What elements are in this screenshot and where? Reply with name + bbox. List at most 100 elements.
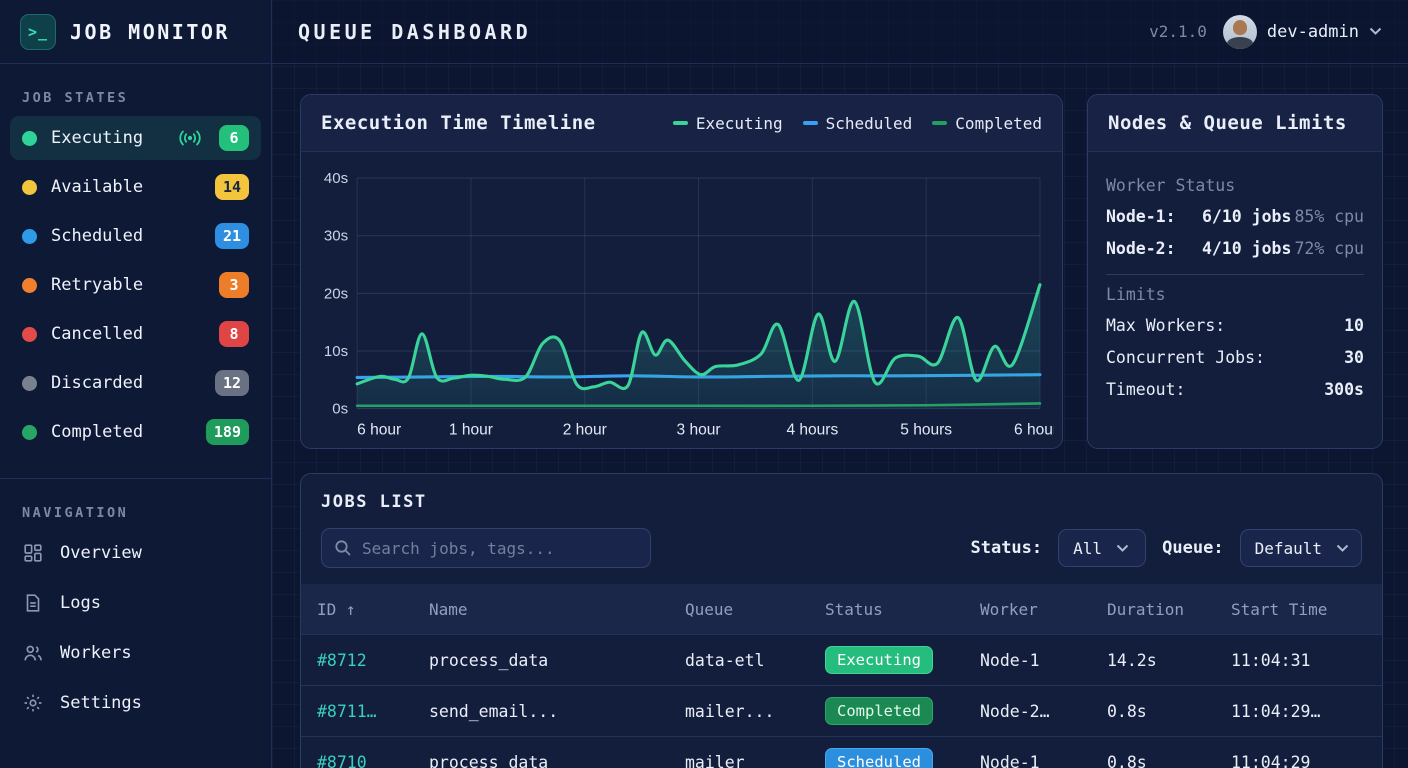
sidebar-item-executing[interactable]: Executing 6 [10, 116, 261, 160]
svg-text:1 hour: 1 hour [449, 422, 493, 439]
legend-item-executing[interactable]: Executing [672, 114, 783, 133]
legend-swatch-icon [932, 121, 948, 125]
nav-label: Overview [60, 543, 142, 563]
job-worker: Node-1 [980, 650, 1040, 670]
status-badge: Scheduled [825, 748, 933, 768]
table-row[interactable]: #8711… send_email... mailer... Completed… [301, 685, 1382, 736]
state-label: Cancelled [51, 324, 144, 344]
jobs-list-card: JOBS LIST Status: All [300, 473, 1383, 768]
legend-swatch-icon [802, 121, 818, 125]
limit-row: Concurrent Jobs: 30 [1106, 348, 1364, 367]
column-header-worker[interactable]: Worker [980, 600, 1107, 619]
column-header-duration[interactable]: Duration [1107, 600, 1231, 619]
sidebar-item-workers[interactable]: Workers [10, 631, 261, 675]
status-filter-select[interactable]: All [1058, 529, 1147, 567]
app-title: JOB MONITOR [70, 19, 230, 44]
status-filter-label: Status: [970, 538, 1043, 558]
timeline-card: Execution Time Timeline Executing Schedu… [300, 94, 1063, 449]
job-id-link[interactable]: #8712 [317, 651, 429, 670]
search-box[interactable] [321, 528, 651, 568]
job-worker: Node-2… [980, 701, 1050, 721]
retryable-dot-icon [22, 277, 37, 293]
app-logo: >_ JOB MONITOR [0, 0, 271, 64]
navigation-heading: NAVIGATION [22, 505, 129, 521]
legend-swatch-icon [672, 121, 688, 125]
svg-text:3 hour: 3 hour [677, 422, 721, 439]
job-name: send_email... [429, 701, 559, 721]
column-header-queue[interactable]: Queue [685, 600, 825, 619]
chevron-down-icon [1369, 27, 1382, 35]
svg-text:6 hour: 6 hour [357, 422, 401, 439]
sidebar-item-settings[interactable]: Settings [10, 681, 261, 725]
terminal-icon: >_ [20, 13, 56, 50]
svg-text:20s: 20s [324, 285, 348, 302]
table-row[interactable]: #8712 process_data data-etl Executing No… [301, 634, 1382, 685]
sidebar-item-cancelled[interactable]: Cancelled 8 [10, 312, 261, 356]
page-title: QUEUE DASHBOARD [298, 19, 532, 44]
nodes-limits-title: Nodes & Queue Limits [1108, 112, 1347, 134]
job-states-list: Executing 6 Available 14 Scheduled 21 Re… [0, 116, 271, 454]
divider [1106, 274, 1364, 275]
timeline-title: Execution Time Timeline [321, 112, 596, 134]
count-badge: 8 [219, 321, 249, 347]
legend-item-scheduled[interactable]: Scheduled [802, 114, 912, 133]
job-start-time: 11:04:29 [1231, 752, 1311, 768]
worker-status-heading: Worker Status [1106, 176, 1236, 195]
sidebar-item-scheduled[interactable]: Scheduled 21 [10, 214, 261, 258]
search-input[interactable] [362, 538, 638, 558]
sidebar-item-available[interactable]: Available 14 [10, 165, 261, 209]
live-signal-icon [179, 130, 201, 146]
job-duration: 0.8s [1107, 752, 1147, 768]
available-dot-icon [22, 179, 37, 195]
column-header-start-time[interactable]: Start Time [1231, 600, 1382, 619]
nav-label: Logs [60, 593, 101, 613]
worker-status-row: Node-2: 4/10 jobs 72% cpu [1106, 239, 1364, 258]
svg-text:10s: 10s [324, 343, 348, 360]
user-name: dev-admin [1266, 21, 1359, 42]
state-label: Executing [51, 128, 144, 148]
jobs-table-header: ID ↑ Name Queue Status Worker Duration S… [301, 584, 1382, 634]
legend-item-completed[interactable]: Completed [932, 114, 1042, 133]
count-badge: 6 [219, 125, 249, 151]
state-label: Retryable [51, 275, 144, 295]
count-badge: 189 [205, 419, 249, 445]
column-header-status[interactable]: Status [825, 600, 980, 619]
state-label: Completed [51, 422, 144, 442]
sidebar-item-overview[interactable]: Overview [10, 531, 261, 575]
job-id-link[interactable]: #8711… [317, 702, 429, 721]
timeline-chart: 0s 10s 20s 30s 40s 6 hour 1 hour 2 hour 3 hour 4 … [301, 152, 1062, 448]
executing-dot-icon [22, 130, 37, 146]
user-menu[interactable]: dev-admin [1222, 14, 1382, 49]
count-badge: 14 [214, 174, 249, 200]
sidebar-item-retryable[interactable]: Retryable 3 [10, 263, 261, 307]
job-id-link[interactable]: #8710 [317, 753, 429, 768]
sidebar-item-logs[interactable]: Logs [10, 581, 261, 625]
state-label: Scheduled [51, 226, 144, 246]
document-icon [26, 594, 40, 612]
table-row[interactable]: #8710 process_data mailer Scheduled Node… [301, 736, 1382, 768]
navigation-section: NAVIGATION Overview Logs Workers Setting… [0, 478, 271, 725]
count-badge: 21 [214, 223, 249, 249]
svg-text:6 hours: 6 hours [1014, 422, 1054, 439]
job-states-heading: JOB STATES [22, 90, 129, 106]
nav-label: Workers [60, 643, 132, 663]
chevron-down-icon [1336, 544, 1349, 552]
column-header-name[interactable]: Name [429, 600, 685, 619]
job-duration: 14.2s [1107, 650, 1157, 670]
search-icon [335, 540, 351, 556]
queue-filter-label: Queue: [1162, 538, 1224, 558]
avatar [1222, 14, 1257, 49]
job-queue: data-etl [685, 650, 765, 670]
sidebar: >_ JOB MONITOR JOB STATES Executing 6 Av… [0, 0, 272, 768]
status-badge: Executing [825, 646, 933, 674]
job-name: process_data [429, 752, 549, 768]
users-icon [24, 645, 42, 661]
job-queue: mailer [685, 752, 745, 768]
sidebar-item-completed[interactable]: Completed 189 [10, 410, 261, 454]
worker-status-row: Node-1: 6/10 jobs 85% cpu [1106, 207, 1364, 226]
svg-text:2 hour: 2 hour [563, 422, 607, 439]
queue-filter-select[interactable]: Default [1239, 529, 1362, 567]
column-header-id[interactable]: ID ↑ [317, 600, 429, 619]
job-duration: 0.8s [1107, 701, 1147, 721]
sidebar-item-discarded[interactable]: Discarded 12 [10, 361, 261, 405]
